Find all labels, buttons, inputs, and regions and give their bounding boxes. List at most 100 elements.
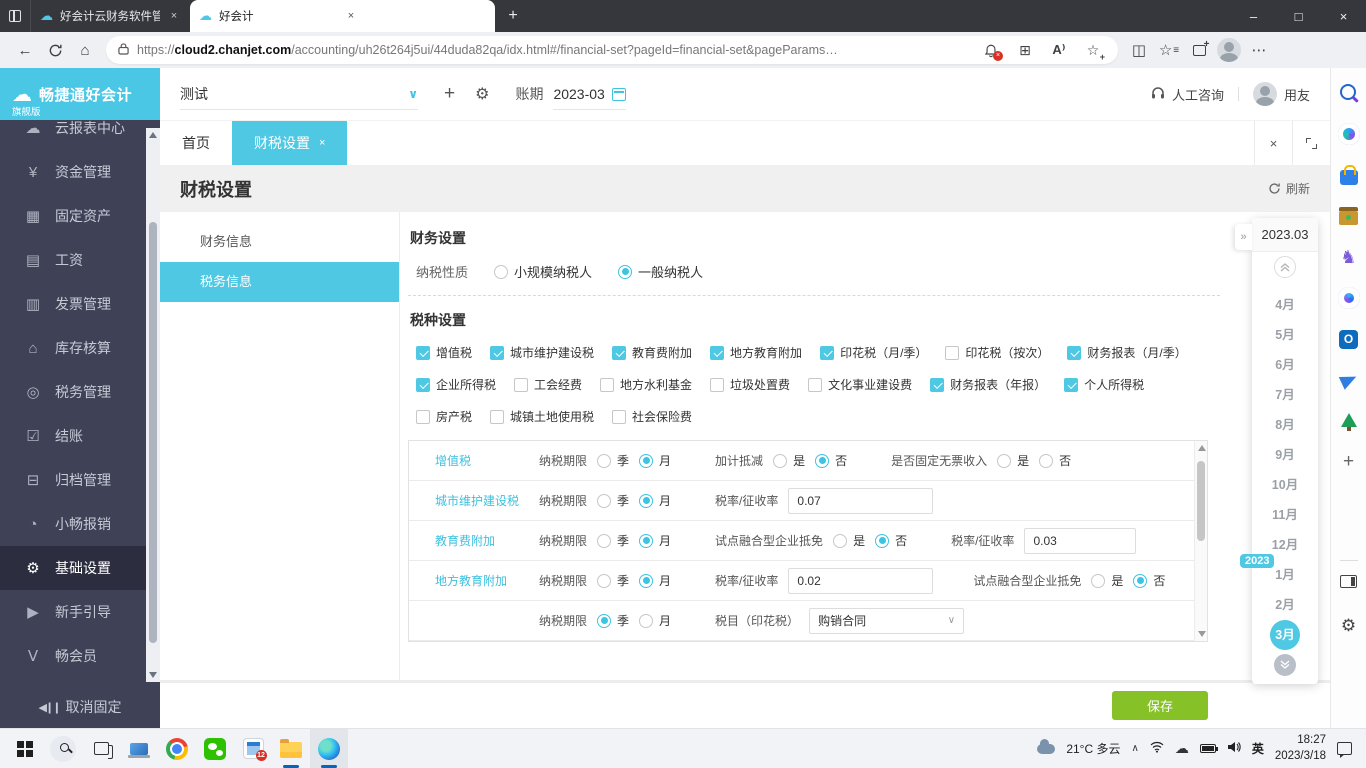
subnav-tax-info[interactable]: 税务信息: [160, 262, 399, 302]
address-bar[interactable]: https://cloud2.chanjet.com/accounting/uh…: [106, 36, 1118, 64]
tab-close-icon[interactable]: ×: [167, 10, 181, 22]
fullscreen-icon[interactable]: [1292, 121, 1330, 165]
tax-name-link[interactable]: 城市维护建设税: [435, 492, 539, 509]
radio-month[interactable]: 月: [639, 452, 671, 469]
tab-financial-settings[interactable]: 财税设置 ×: [232, 121, 348, 165]
collections-icon[interactable]: [1184, 35, 1214, 65]
sidebar-item-cloud-reports[interactable]: ☁ 云报表中心: [0, 120, 146, 150]
sidebar-item-fixed-assets[interactable]: ▦ 固定资产: [0, 194, 146, 238]
unpin-sidebar-button[interactable]: ◀❙❙ 取消固定: [0, 686, 160, 728]
user-avatar[interactable]: [1252, 82, 1277, 106]
stamp-tax-item-select[interactable]: 购销合同 ∨: [809, 607, 965, 634]
calendar-month[interactable]: 6月: [1268, 350, 1302, 380]
tab-close-icon[interactable]: ×: [344, 10, 358, 22]
outlook-icon[interactable]: O: [1338, 328, 1360, 350]
browser-tab-active[interactable]: ☁ 好会计 ×: [190, 0, 495, 32]
clock[interactable]: 18:27 2023/3/18: [1275, 733, 1326, 764]
calendar-month[interactable]: 8月: [1268, 410, 1302, 440]
tax-name-link[interactable]: 地方教育附加: [435, 572, 539, 589]
scroll-down-icon[interactable]: [1197, 631, 1206, 637]
favorites-icon[interactable]: ☆: [1154, 35, 1184, 65]
checkbox-stamp-tax-per-occurrence[interactable]: 印花税（按次）: [945, 344, 1049, 361]
checkbox-financial-statements-annual[interactable]: 财务报表（年报）: [930, 376, 1046, 393]
radio-quarter[interactable]: 季: [597, 572, 629, 589]
user-name[interactable]: 用友: [1284, 85, 1310, 104]
rate-input[interactable]: [788, 487, 934, 514]
radio-no[interactable]: 否: [1133, 572, 1165, 589]
checkbox-union-funds[interactable]: 工会经费: [514, 376, 582, 393]
rate-input[interactable]: [788, 567, 934, 594]
table-scrollbar[interactable]: [1194, 441, 1207, 641]
sidebar-settings-icon[interactable]: ⚙: [1341, 616, 1356, 636]
add-icon[interactable]: +: [1338, 451, 1360, 473]
checkbox-local-education-surcharge[interactable]: 地方教育附加: [710, 344, 802, 361]
browser-profile-avatar[interactable]: [1214, 35, 1244, 65]
radio-quarter[interactable]: 季: [597, 492, 629, 509]
sidebar-item-expense[interactable]: ◔ 小畅报销: [0, 502, 146, 546]
checkbox-education-surcharge[interactable]: 教育费附加: [612, 344, 692, 361]
new-tab-button[interactable]: +: [499, 2, 527, 30]
calendar-month[interactable]: 9月: [1268, 440, 1302, 470]
sidebar-item-funds[interactable]: ¥ 资金管理: [0, 150, 146, 194]
add-favorite-icon[interactable]: ☆: [1080, 37, 1106, 63]
window-maximize-button[interactable]: □: [1276, 0, 1321, 32]
checkbox-corporate-income-tax[interactable]: 企业所得税: [416, 376, 496, 393]
radio-month[interactable]: 月: [639, 532, 671, 549]
notification-icon[interactable]: [1337, 742, 1352, 758]
ime-indicator[interactable]: 英: [1252, 740, 1264, 757]
calendar-month[interactable]: 4月: [1268, 290, 1302, 320]
tax-name-link[interactable]: 教育费附加: [435, 532, 539, 549]
radio-no[interactable]: 否: [1039, 452, 1071, 469]
sidebar-item-beginner-guide[interactable]: ▶ 新手引导: [0, 590, 146, 634]
tab-close-icon[interactable]: ×: [319, 137, 325, 149]
weather-widget[interactable]: 21°C 多云: [1066, 740, 1120, 757]
period-picker[interactable]: 2023-03: [553, 78, 626, 110]
read-aloud-icon[interactable]: A⁾: [1046, 37, 1072, 63]
radio-quarter[interactable]: 季: [597, 452, 629, 469]
tab-home[interactable]: 首页: [160, 121, 232, 165]
radio-month[interactable]: 月: [639, 572, 671, 589]
sidebar-item-closing[interactable]: ☑ 结账: [0, 414, 146, 458]
subnav-finance-info[interactable]: 财务信息: [160, 222, 399, 262]
search-button[interactable]: [44, 729, 82, 768]
sidebar-item-basic-settings[interactable]: ⚙ 基础设置: [0, 546, 146, 590]
checkbox-social-insurance-fee[interactable]: 社会保险费: [612, 408, 692, 425]
copilot-icon[interactable]: [1337, 287, 1360, 309]
tree-icon[interactable]: [1338, 410, 1360, 432]
split-screen-icon[interactable]: ◫: [1124, 35, 1154, 65]
back-button[interactable]: ←: [10, 35, 40, 65]
sidebar-item-tax-management[interactable]: ◎ 税务管理: [0, 370, 146, 414]
sidebar-item-membership[interactable]: Ⅴ 畅会员: [0, 634, 146, 678]
calendar-month[interactable]: 2月: [1268, 590, 1302, 620]
checkbox-cultural-construction-fee[interactable]: 文化事业建设费: [808, 376, 912, 393]
scroll-up-icon[interactable]: [1197, 445, 1206, 451]
radio-general-taxpayer[interactable]: 一般纳税人: [618, 262, 703, 281]
chrome-icon[interactable]: [158, 729, 196, 768]
discover-icon[interactable]: [1337, 123, 1360, 145]
checkbox-stamp-tax-monthly[interactable]: 印花税（月/季）: [820, 344, 927, 361]
save-button[interactable]: 保存: [1112, 691, 1208, 720]
onedrive-icon[interactable]: ☁: [1175, 740, 1189, 757]
checkbox-local-water-fund[interactable]: 地方水利基金: [600, 376, 692, 393]
calendar-month[interactable]: 5月: [1268, 320, 1302, 350]
battery-icon[interactable]: [1199, 744, 1218, 753]
calendar-month[interactable]: 7月: [1268, 380, 1302, 410]
radio-quarter[interactable]: 季: [597, 532, 629, 549]
sidebar-item-invoices[interactable]: ▥ 发票管理: [0, 282, 146, 326]
checkbox-financial-statements-monthly[interactable]: 财务报表（月/季）: [1067, 344, 1187, 361]
notifications-blocked-icon[interactable]: [978, 37, 1004, 63]
calendar-month-selected[interactable]: 3月: [1270, 620, 1300, 650]
calendar-app-icon[interactable]: 12: [234, 729, 272, 768]
checkbox-vat[interactable]: 增值税: [416, 344, 472, 361]
sidebar-item-inventory[interactable]: ⌂ 库存核算: [0, 326, 146, 370]
radio-yes[interactable]: 是: [833, 532, 865, 549]
drop-send-icon[interactable]: [1338, 369, 1360, 391]
remote-desktop-icon[interactable]: [120, 729, 158, 768]
refresh-button[interactable]: [40, 35, 70, 65]
toolbox-icon[interactable]: [1338, 205, 1360, 227]
side-panel-icon[interactable]: [1340, 575, 1357, 588]
scrollbar-thumb[interactable]: [149, 222, 157, 644]
edge-icon[interactable]: [310, 728, 348, 768]
window-minimize-button[interactable]: –: [1231, 0, 1276, 32]
scrollbar-thumb[interactable]: [1197, 461, 1205, 541]
